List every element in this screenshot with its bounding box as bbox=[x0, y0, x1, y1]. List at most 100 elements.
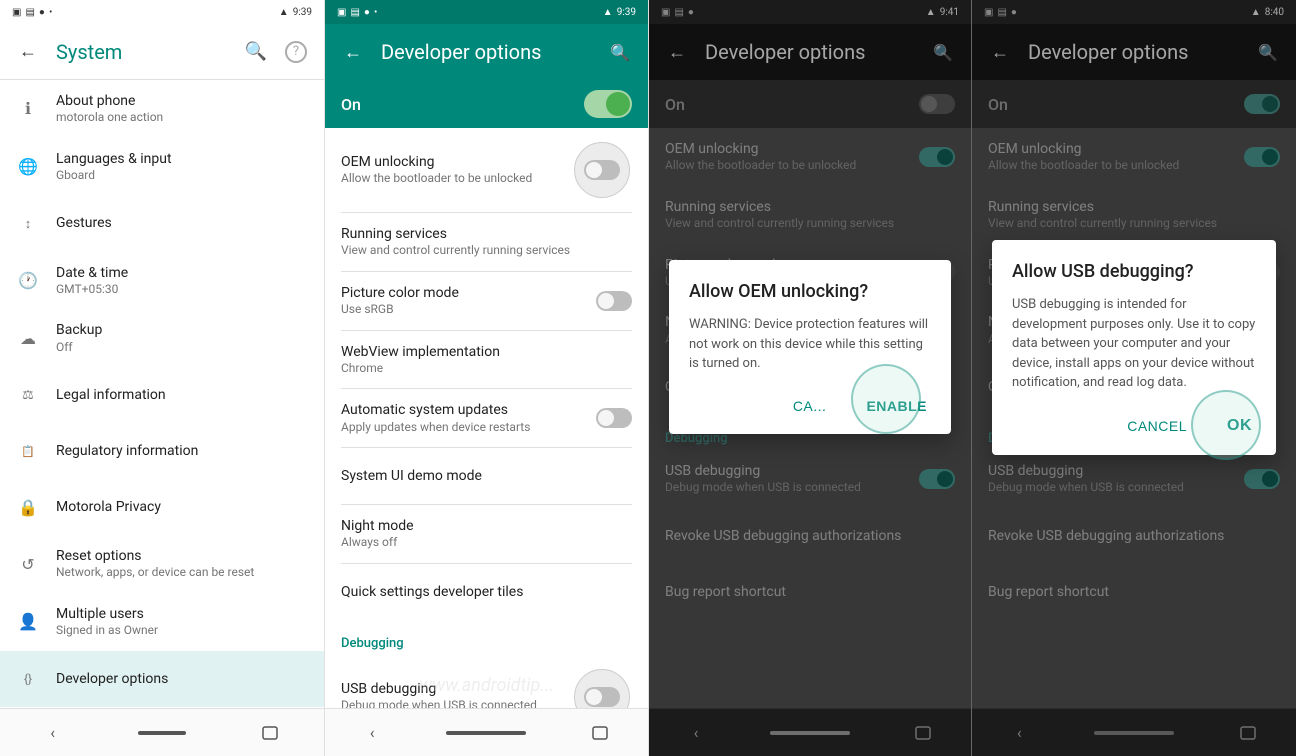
gestures-item[interactable]: ↕ Gestures bbox=[0, 196, 324, 252]
regulatory-title: Regulatory information bbox=[56, 442, 308, 460]
oem-subtitle: Allow the bootloader to be unlocked bbox=[341, 171, 556, 187]
nav-recents-left[interactable] bbox=[251, 717, 291, 749]
wifi-icon: ▲ bbox=[279, 7, 289, 18]
privacy-title: Motorola Privacy bbox=[56, 498, 308, 516]
bottom-nav-middle: ‹ bbox=[325, 708, 648, 756]
languages-item[interactable]: 🌐 Languages & input Gboard bbox=[0, 138, 324, 196]
debugging-header: Debugging bbox=[325, 620, 648, 655]
developer-options-panel: ▣ ▤ ● • ▲ 9:39 ← Developer options 🔍 On … bbox=[325, 0, 649, 756]
dev-search-btn[interactable]: 🔍 bbox=[608, 40, 632, 64]
status-bar-left: ▣ ▤ ● • ▲ 9:39 bbox=[0, 0, 324, 24]
oem-dialog: Allow OEM unlocking? WARNING: Device pro… bbox=[669, 260, 951, 434]
oem-enable-btn[interactable]: Enable bbox=[850, 390, 943, 422]
notif-icon: ▣ bbox=[12, 7, 21, 18]
watermark: www.androidtip... bbox=[419, 675, 554, 696]
notif-m1: ▣ bbox=[337, 7, 346, 18]
nav-back-left[interactable]: ‹ bbox=[33, 717, 73, 749]
multiuser-item[interactable]: 👤 Multiple users Signed in as Owner bbox=[0, 593, 324, 651]
status-icons-left: ▣ ▤ ● • bbox=[12, 7, 52, 18]
usb-cancel-btn[interactable]: Cancel bbox=[1111, 409, 1203, 443]
oem-title: OEM unlocking bbox=[341, 153, 556, 171]
system-app-bar: ← System 🔍 ? bbox=[0, 24, 324, 80]
users-title: Multiple users bbox=[56, 605, 308, 623]
recents-icon-m bbox=[591, 725, 611, 741]
backup-item[interactable]: ☁ Backup Off bbox=[0, 309, 324, 367]
backup-icon: ☁ bbox=[16, 326, 40, 350]
notif-m2: ▤ bbox=[350, 7, 359, 18]
dev-back-btn[interactable]: ← bbox=[341, 40, 365, 64]
oem-dialog-body: WARNING: Device protection features will… bbox=[669, 315, 951, 386]
status-icons-m: ▣ ▤ ● • bbox=[337, 7, 377, 18]
legal-item[interactable]: ⚖ Legal information bbox=[0, 367, 324, 423]
dev-app-bar: ← Developer options 🔍 bbox=[325, 24, 648, 80]
dev-back-icon: ← bbox=[344, 42, 362, 63]
usb-debug-toggle[interactable] bbox=[584, 687, 620, 707]
system-settings-list: ℹ About phone motorola one action 🌐 Lang… bbox=[0, 80, 324, 708]
webview-item[interactable]: WebView implementation Chrome bbox=[325, 331, 648, 389]
legal-title: Legal information bbox=[56, 386, 308, 404]
recents-icon bbox=[261, 725, 281, 741]
usb-ok-btn[interactable]: OK bbox=[1211, 409, 1268, 443]
picture-toggle[interactable] bbox=[596, 291, 632, 311]
wifi-m-icon: ▲ bbox=[603, 7, 613, 18]
nav-back-middle[interactable]: ‹ bbox=[352, 717, 392, 749]
dev-on-row[interactable]: On bbox=[325, 80, 648, 128]
help-button[interactable]: ? bbox=[284, 40, 308, 64]
oem-unlock-item[interactable]: OEM unlocking Allow the bootloader to be… bbox=[325, 128, 648, 212]
auto-updates-item[interactable]: Automatic system updates Apply updates w… bbox=[325, 389, 648, 447]
motorola-privacy-item[interactable]: 🔒 Motorola Privacy bbox=[0, 479, 324, 535]
usb-dialog-body: USB debugging is intended for developmen… bbox=[992, 295, 1276, 405]
datetime-icon: 🕐 bbox=[16, 268, 40, 292]
about-title: About phone bbox=[56, 92, 308, 110]
status-right-m: ▲ 9:39 bbox=[603, 7, 636, 18]
bottom-nav-left: ‹ bbox=[0, 708, 324, 756]
night-mode-item[interactable]: Night mode Always off bbox=[325, 505, 648, 563]
about-icon: ℹ bbox=[16, 97, 40, 121]
auto-updates-toggle[interactable] bbox=[596, 408, 632, 428]
developer-options-panel-2: ▣ ▤ ● ▲ 9:41 ← Developer options 🔍 On OE… bbox=[649, 0, 972, 756]
datetime-item[interactable]: 🕐 Date & time GMT+05:30 bbox=[0, 252, 324, 310]
legal-icon: ⚖ bbox=[16, 383, 40, 407]
search-icon: 🔍 bbox=[245, 41, 267, 62]
developer-title: Developer options bbox=[56, 670, 308, 688]
status-right-icons: ▲ 9:39 bbox=[279, 7, 312, 18]
languages-icon: 🌐 bbox=[16, 155, 40, 179]
oem-cancel-btn[interactable]: Ca... bbox=[777, 390, 843, 422]
reset-item[interactable]: ↺ Reset options Network, apps, or device… bbox=[0, 535, 324, 593]
dev-search-icon: 🔍 bbox=[610, 43, 630, 62]
usb-toggle-area bbox=[572, 667, 632, 708]
dev-title: Developer options bbox=[381, 40, 592, 64]
app-bar-title: System bbox=[56, 40, 228, 64]
usb-debug-subtitle: Debug mode when USB is connected bbox=[341, 698, 556, 708]
webview-title: WebView implementation bbox=[341, 343, 632, 361]
oem-dialog-title: Allow OEM unlocking? bbox=[669, 280, 951, 315]
developer-options-item[interactable]: {} Developer options bbox=[0, 651, 324, 707]
datetime-title: Date & time bbox=[56, 264, 308, 282]
dev-settings-list: OEM unlocking Allow the bootloader to be… bbox=[325, 128, 648, 708]
running-services-item[interactable]: Running services View and control curren… bbox=[325, 213, 648, 271]
picture-color-item[interactable]: Picture color mode Use sRGB bbox=[325, 272, 648, 330]
oem-toggle[interactable] bbox=[584, 160, 620, 180]
developer-options-panel-3: ▣ ▤ ● ▲ 8:40 ← Developer options 🔍 On OE… bbox=[972, 0, 1296, 756]
picture-subtitle: Use sRGB bbox=[341, 302, 580, 318]
reset-icon: ↺ bbox=[16, 552, 40, 576]
about-subtitle: motorola one action bbox=[56, 110, 308, 126]
webview-subtitle: Chrome bbox=[341, 361, 632, 377]
dev-on-toggle[interactable] bbox=[584, 90, 632, 118]
back-button[interactable]: ← bbox=[16, 40, 40, 64]
datetime-subtitle: GMT+05:30 bbox=[56, 282, 308, 298]
regulatory-item[interactable]: 📋 Regulatory information bbox=[0, 423, 324, 479]
ui-demo-title: System UI demo mode bbox=[341, 467, 632, 485]
home-pill bbox=[138, 731, 186, 735]
back-nav-icon: ‹ bbox=[50, 723, 55, 742]
about-phone-item[interactable]: ℹ About phone motorola one action bbox=[0, 80, 324, 138]
running-title: Running services bbox=[341, 225, 632, 243]
notif-icon3: ● bbox=[39, 7, 45, 18]
usb-dialog-actions: Cancel OK bbox=[992, 405, 1276, 447]
quick-tiles-item[interactable]: Quick settings developer tiles bbox=[325, 564, 648, 620]
usb-dialog-title: Allow USB debugging? bbox=[992, 260, 1276, 295]
ui-demo-item[interactable]: System UI demo mode bbox=[325, 448, 648, 504]
auto-updates-title: Automatic system updates bbox=[341, 401, 580, 419]
search-button[interactable]: 🔍 bbox=[244, 40, 268, 64]
nav-recents-middle[interactable] bbox=[581, 717, 621, 749]
